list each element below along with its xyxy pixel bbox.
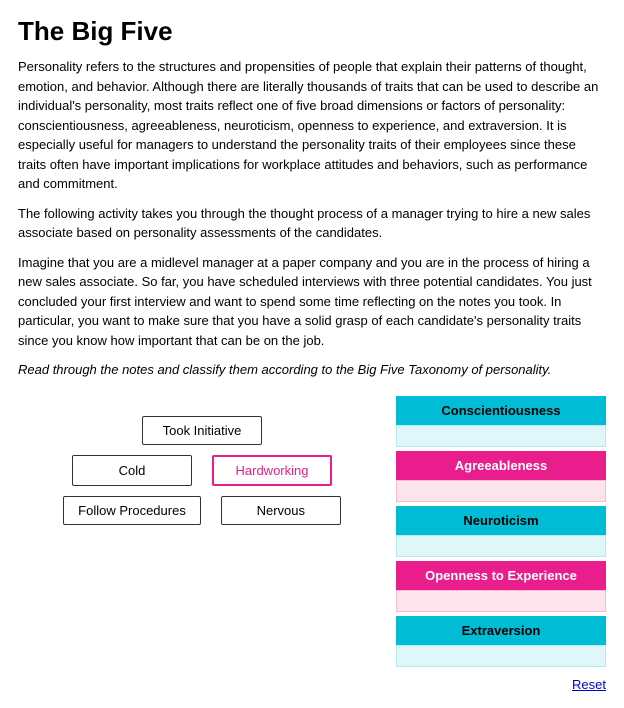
page-title: The Big Five [18, 16, 606, 47]
paragraph-3: Imagine that you are a midlevel manager … [18, 253, 606, 351]
category-neuroticism-drop[interactable] [396, 535, 606, 557]
trait-hardworking[interactable]: Hardworking [212, 455, 332, 486]
trait-row-1: Cold Hardworking [72, 455, 332, 486]
category-openness-label: Openness to Experience [396, 561, 606, 590]
trait-cold[interactable]: Cold [72, 455, 192, 486]
category-neuroticism-label: Neuroticism [396, 506, 606, 535]
paragraph-2: The following activity takes you through… [18, 204, 606, 243]
category-conscientiousness[interactable]: Conscientiousness [396, 396, 606, 447]
category-extraversion-label: Extraversion [396, 616, 606, 645]
category-conscientiousness-label: Conscientiousness [396, 396, 606, 425]
category-agreeableness-drop[interactable] [396, 480, 606, 502]
category-agreeableness[interactable]: Agreeableness [396, 451, 606, 502]
reset-button[interactable]: Reset [572, 677, 606, 692]
category-extraversion[interactable]: Extraversion [396, 616, 606, 667]
italic-instruction: Read through the notes and classify them… [18, 360, 606, 380]
trait-follow-procedures[interactable]: Follow Procedures [63, 496, 201, 525]
trait-top-row: Took Initiative [142, 416, 262, 445]
category-openness-drop[interactable] [396, 590, 606, 612]
category-conscientiousness-drop[interactable] [396, 425, 606, 447]
category-neuroticism[interactable]: Neuroticism [396, 506, 606, 557]
paragraph-1: Personality refers to the structures and… [18, 57, 606, 194]
reset-row: Reset [396, 677, 606, 692]
category-agreeableness-label: Agreeableness [396, 451, 606, 480]
traits-panel: Took Initiative Cold Hardworking Follow … [18, 396, 386, 525]
category-openness[interactable]: Openness to Experience [396, 561, 606, 612]
trait-took-initiative[interactable]: Took Initiative [142, 416, 262, 445]
trait-row-2: Follow Procedures Nervous [63, 496, 341, 525]
trait-nervous[interactable]: Nervous [221, 496, 341, 525]
category-extraversion-drop[interactable] [396, 645, 606, 667]
